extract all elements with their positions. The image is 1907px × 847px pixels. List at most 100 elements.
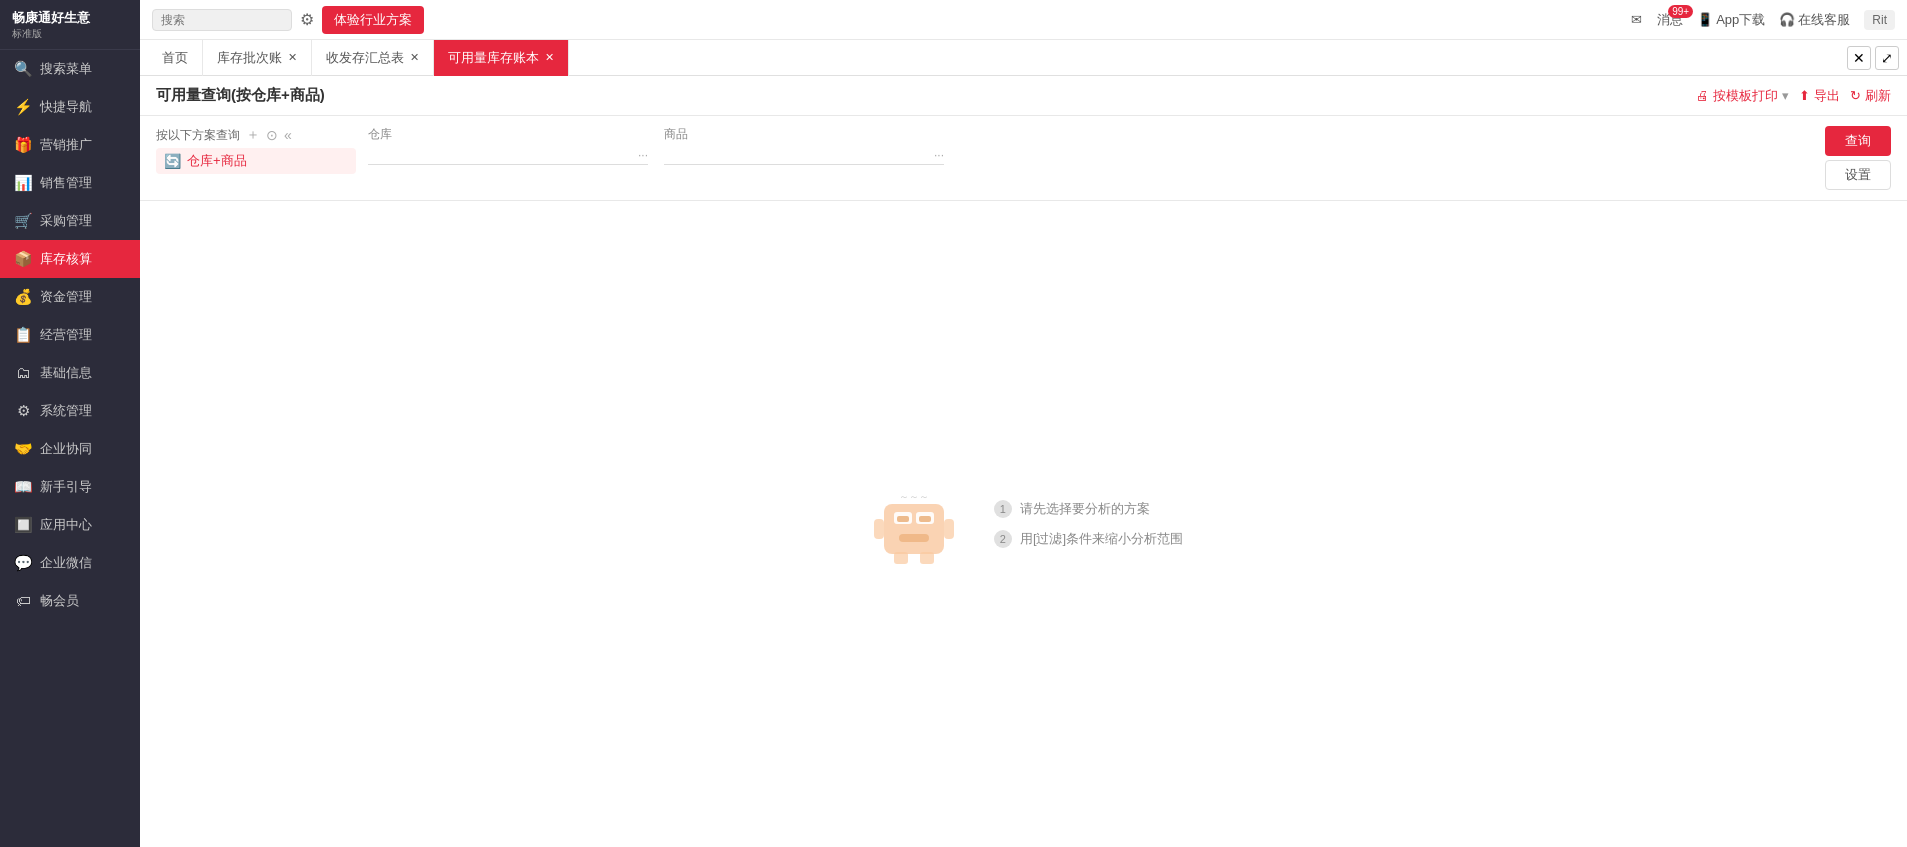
- tip-text-2: 用[过滤]条件来缩小分析范围: [1020, 530, 1183, 548]
- chevron-down-icon: ▾: [1782, 88, 1789, 103]
- app-download-label: App下载: [1716, 11, 1765, 29]
- sidebar-label-purchase: 采购管理: [40, 212, 92, 230]
- sidebar-icon-quick-nav: ⚡: [14, 98, 32, 116]
- svg-rect-9: [920, 552, 934, 564]
- print-btn[interactable]: 🖨 按模板打印 ▾: [1696, 87, 1789, 105]
- sidebar-item-finance[interactable]: 💰 资金管理: [0, 278, 140, 316]
- search-input[interactable]: [152, 9, 292, 31]
- sidebar-item-inventory[interactable]: 📦 库存核算: [0, 240, 140, 278]
- sidebar-label-member: 畅会员: [40, 592, 79, 610]
- sidebar-item-wechat[interactable]: 💬 企业微信: [0, 544, 140, 582]
- sidebar-item-system[interactable]: ⚙ 系统管理: [0, 392, 140, 430]
- sidebar-icon-sales: 📊: [14, 174, 32, 192]
- sidebar-item-sales[interactable]: 📊 销售管理: [0, 164, 140, 202]
- page-header-actions: 🖨 按模板打印 ▾ ⬆ 导出 ↻ 刷新: [1696, 87, 1891, 105]
- warehouse-input-wrap: ···: [368, 147, 648, 165]
- industry-btn[interactable]: 体验行业方案: [322, 6, 424, 34]
- online-service-btn[interactable]: 🎧 在线客服: [1779, 11, 1850, 29]
- svg-rect-5: [899, 534, 929, 542]
- sidebar-item-quick-nav[interactable]: ⚡ 快捷导航: [0, 88, 140, 126]
- sidebar-icon-enterprise: 🤝: [14, 440, 32, 458]
- sidebar-icon-marketing: 🎁: [14, 136, 32, 154]
- refresh-label: 刷新: [1865, 87, 1891, 105]
- tab-available[interactable]: 可用量库存账本 ✕: [434, 40, 569, 76]
- sidebar-label-inventory: 库存核算: [40, 250, 92, 268]
- sidebar-item-operations[interactable]: 📋 经营管理: [0, 316, 140, 354]
- sidebar-label-quick-nav: 快捷导航: [40, 98, 92, 116]
- sidebar-label-guide: 新手引导: [40, 478, 92, 496]
- sidebar-label-marketing: 营销推广: [40, 136, 92, 154]
- headset-icon: 🎧: [1779, 12, 1795, 27]
- sidebar-item-guide[interactable]: 📖 新手引导: [0, 468, 140, 506]
- sidebar-label-enterprise: 企业协同: [40, 440, 92, 458]
- tabs-actions: ✕ ⤢: [1847, 46, 1899, 70]
- svg-rect-8: [894, 552, 908, 564]
- collapse-btn[interactable]: «: [284, 127, 292, 143]
- empty-tip-2: 2 用[过滤]条件来缩小分析范围: [994, 530, 1183, 548]
- empty-state: ～～～ 1 请先选择要分析的方案 2 用[过滤]条件来缩小分析范围: [140, 201, 1907, 847]
- scheme-label: 仓库+商品: [187, 152, 247, 170]
- app-download-btn[interactable]: 📱 App下载: [1697, 11, 1765, 29]
- tab-summary[interactable]: 收发存汇总表 ✕: [312, 40, 434, 76]
- sidebar-item-marketing[interactable]: 🎁 营销推广: [0, 126, 140, 164]
- export-label: 导出: [1814, 87, 1840, 105]
- user-name: Rit: [1872, 13, 1887, 27]
- message-btn[interactable]: ✉ 99+ 消息: [1631, 11, 1684, 29]
- sidebar-item-enterprise[interactable]: 🤝 企业协同: [0, 430, 140, 468]
- sidebar-label-finance: 资金管理: [40, 288, 92, 306]
- tab-home-label: 首页: [162, 49, 188, 67]
- tab-batch-close[interactable]: ✕: [288, 52, 297, 63]
- settings-icon[interactable]: ⚙: [300, 10, 314, 29]
- page-header: 可用量查询(按仓库+商品) 🖨 按模板打印 ▾ ⬆ 导出 ↻ 刷新: [140, 76, 1907, 116]
- scheme-settings-btn[interactable]: ⊙: [266, 127, 278, 143]
- tab-home[interactable]: 首页: [148, 40, 203, 76]
- sidebar-logo: 畅康通好生意 标准版: [0, 0, 140, 50]
- warehouse-input[interactable]: [368, 147, 634, 162]
- sidebar-item-member[interactable]: 🏷 畅会员: [0, 582, 140, 620]
- sidebar-icon-wechat: 💬: [14, 554, 32, 572]
- refresh-btn[interactable]: ↻ 刷新: [1850, 87, 1891, 105]
- print-label: 按模板打印: [1713, 87, 1778, 105]
- sidebar-icon-system: ⚙: [14, 402, 32, 420]
- warehouse-label: 仓库: [368, 126, 648, 143]
- warehouse-more-btn[interactable]: ···: [638, 148, 648, 162]
- settings-only-btn[interactable]: 设置: [1825, 160, 1891, 190]
- user-area[interactable]: Rit: [1864, 10, 1895, 30]
- sidebar: 畅康通好生意 标准版 🔍 搜索菜单 ⚡ 快捷导航 🎁 营销推广 📊 销售管理 🛒…: [0, 0, 140, 847]
- svg-rect-3: [897, 516, 909, 522]
- svg-rect-4: [919, 516, 931, 522]
- sidebar-icon-search: 🔍: [14, 60, 32, 78]
- scheme-item-warehouse-product[interactable]: 🔄 仓库+商品: [156, 148, 356, 174]
- sidebar-item-app-center[interactable]: 🔲 应用中心: [0, 506, 140, 544]
- tab-summary-close[interactable]: ✕: [410, 52, 419, 63]
- tab-available-label: 可用量库存账本: [448, 49, 539, 67]
- svg-rect-6: [874, 519, 884, 539]
- topbar-right: ✉ 99+ 消息 📱 App下载 🎧 在线客服 Rit: [1631, 10, 1895, 30]
- empty-tip-1: 1 请先选择要分析的方案: [994, 500, 1183, 518]
- scheme-label-row: 按以下方案查询 ＋ ⊙ «: [156, 126, 356, 144]
- filter-product-field: 商品 ···: [664, 126, 944, 165]
- sidebar-item-purchase[interactable]: 🛒 采购管理: [0, 202, 140, 240]
- query-btn[interactable]: 查询: [1825, 126, 1891, 156]
- sidebar-icon-purchase: 🛒: [14, 212, 32, 230]
- add-scheme-btn[interactable]: ＋: [246, 126, 260, 144]
- sidebar-icon-inventory: 📦: [14, 250, 32, 268]
- tip-num-1: 1: [994, 500, 1012, 518]
- export-btn[interactable]: ⬆ 导出: [1799, 87, 1840, 105]
- tabs-bar: 首页 库存批次账 ✕ 收发存汇总表 ✕ 可用量库存账本 ✕ ✕ ⤢: [140, 40, 1907, 76]
- tab-close-all-btn[interactable]: ✕: [1847, 46, 1871, 70]
- product-input[interactable]: [664, 147, 930, 162]
- filter-area: 按以下方案查询 ＋ ⊙ « 🔄 仓库+商品 仓库 ···: [140, 116, 1907, 201]
- tab-batch[interactable]: 库存批次账 ✕: [203, 40, 312, 76]
- topbar: ⚙ 体验行业方案 ✉ 99+ 消息 📱 App下载 🎧 在线客服 Rit: [140, 0, 1907, 40]
- product-more-btn[interactable]: ···: [934, 148, 944, 162]
- sidebar-label-app-center: 应用中心: [40, 516, 92, 534]
- tab-expand-btn[interactable]: ⤢: [1875, 46, 1899, 70]
- empty-illustration: ～～～: [864, 474, 964, 574]
- app-subtitle: 标准版: [12, 27, 128, 41]
- sidebar-item-basic-info[interactable]: 🗂 基础信息: [0, 354, 140, 392]
- tab-available-close[interactable]: ✕: [545, 52, 554, 63]
- sidebar-label-operations: 经营管理: [40, 326, 92, 344]
- sidebar-icon-member: 🏷: [14, 592, 32, 609]
- sidebar-item-search[interactable]: 🔍 搜索菜单: [0, 50, 140, 88]
